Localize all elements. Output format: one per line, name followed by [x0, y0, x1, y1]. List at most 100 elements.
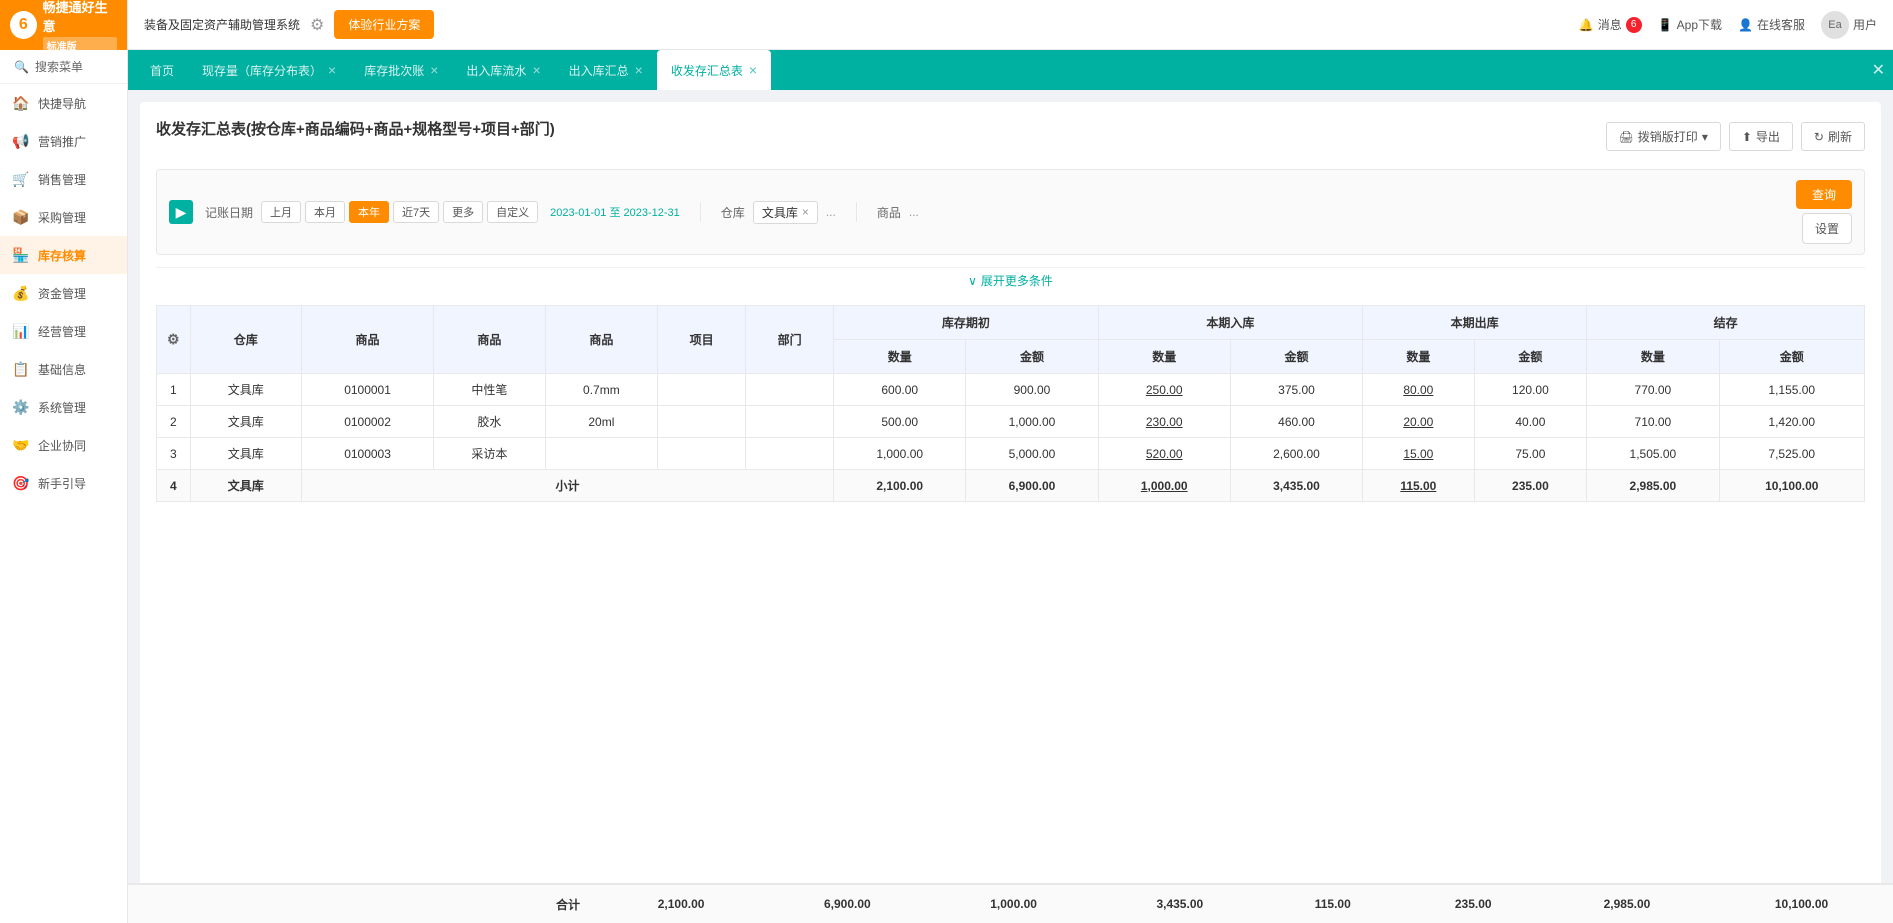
sidebar-search[interactable]: 🔍 搜索菜单 — [0, 50, 127, 84]
top-header: 装备及固定资产辅助管理系统 ⚙ 体验行业方案 🔔 消息 6 📱 App下载 👤 … — [128, 0, 1893, 50]
warehouse-tag[interactable]: 文具库 × — [753, 201, 818, 224]
row-in-qty[interactable]: 250.00 — [1098, 374, 1230, 406]
table-row: 1 文具库 0100001 中性笔 0.7mm 600.00 900.00 25… — [157, 374, 1865, 406]
tab-close-icon[interactable]: × — [635, 62, 643, 78]
tab-inventory-dist[interactable]: 现存量（库存分布表） × — [188, 50, 350, 90]
sidebar-item-quick-nav[interactable]: 🏠 快捷导航 — [0, 84, 127, 122]
warehouse-more[interactable]: ... — [826, 205, 836, 219]
sidebar-item-label: 营销推广 — [38, 133, 86, 150]
row-code: 0100001 — [301, 374, 433, 406]
row-in-qty[interactable]: 230.00 — [1098, 406, 1230, 438]
in-qty-link[interactable]: 250.00 — [1146, 383, 1183, 397]
subtotal-out-qty-link[interactable]: 115.00 — [1400, 479, 1436, 493]
sidebar-item-label: 企业协同 — [38, 437, 86, 454]
subtotal-in-qty[interactable]: 1,000.00 — [1098, 470, 1230, 502]
subtotal-in-qty-link[interactable]: 1,000.00 — [1141, 479, 1188, 493]
trial-button[interactable]: 体验行业方案 — [334, 10, 434, 39]
tab-inout-summary[interactable]: 出入库汇总 × — [555, 50, 657, 90]
sidebar-item-basic[interactable]: 📋 基础信息 — [0, 350, 127, 388]
expand-conditions-row[interactable]: ∨ 展开更多条件 — [156, 267, 1865, 293]
sidebar-item-finance[interactable]: 💰 资金管理 — [0, 274, 127, 312]
sidebar-item-label: 基础信息 — [38, 361, 86, 378]
sidebar-item-inventory[interactable]: 🏪 库存核算 — [0, 236, 127, 274]
user-action[interactable]: Ea 用户 — [1821, 11, 1877, 39]
row-bal-qty: 770.00 — [1587, 374, 1719, 406]
refresh-button[interactable]: ↻ 刷新 — [1801, 122, 1865, 151]
date-btn-custom[interactable]: 自定义 — [487, 201, 538, 223]
col-settings-icon[interactable]: ⚙ — [167, 331, 180, 347]
sidebar-item-label: 新手引导 — [38, 475, 86, 492]
row-bal-qty: 710.00 — [1587, 406, 1719, 438]
in-qty-link[interactable]: 520.00 — [1146, 447, 1183, 461]
row-in-amt: 2,600.00 — [1230, 438, 1362, 470]
export-button[interactable]: ⬆ 导出 — [1729, 122, 1793, 151]
sidebar-item-label: 销售管理 — [38, 171, 86, 188]
sidebar-item-sales[interactable]: 🛒 销售管理 — [0, 160, 127, 198]
date-btn-this-month[interactable]: 本月 — [305, 201, 345, 223]
sidebar-item-system[interactable]: ⚙️ 系统管理 — [0, 388, 127, 426]
sidebar-item-label: 资金管理 — [38, 285, 86, 302]
tab-bar-close-icon[interactable]: ✕ — [1872, 60, 1885, 80]
page-content: 收发存汇总表(按仓库+商品编码+商品+规格型号+项目+部门) 🖨 拨销版打印 ▾… — [128, 90, 1893, 923]
tab-close-icon[interactable]: × — [532, 62, 540, 78]
row-out-qty[interactable]: 15.00 — [1363, 438, 1474, 470]
tab-home[interactable]: 首页 — [136, 50, 188, 90]
tab-close-icon[interactable]: × — [430, 62, 438, 78]
row-init-qty: 1,000.00 — [834, 438, 966, 470]
out-qty-link[interactable]: 20.00 — [1403, 415, 1433, 429]
messages-action[interactable]: 🔔 消息 6 — [1579, 16, 1642, 33]
date-btn-last-month[interactable]: 上月 — [261, 201, 301, 223]
print-icon: 🖨 — [1619, 130, 1634, 144]
row-warehouse: 文具库 — [190, 374, 301, 406]
out-qty-link[interactable]: 15.00 — [1403, 447, 1433, 461]
sidebar-item-purchase[interactable]: 📦 采购管理 — [0, 198, 127, 236]
settings-icon[interactable]: ⚙ — [310, 15, 324, 35]
main-content: 装备及固定资产辅助管理系统 ⚙ 体验行业方案 🔔 消息 6 📱 App下载 👤 … — [128, 0, 1893, 923]
online-service-action[interactable]: 👤 在线客服 — [1738, 16, 1805, 33]
refresh-label: 刷新 — [1828, 128, 1852, 145]
footer-init-amt: 6,900.00 — [764, 888, 930, 921]
date-btn-this-year[interactable]: 本年 — [349, 201, 389, 223]
logo-sub: 标准版 — [43, 37, 117, 54]
app-download-action[interactable]: 📱 App下载 — [1658, 16, 1722, 33]
out-qty-link[interactable]: 80.00 — [1403, 383, 1433, 397]
row-bal-amt: 1,155.00 — [1719, 374, 1864, 406]
tab-close-icon[interactable]: × — [749, 62, 757, 78]
row-out-qty[interactable]: 80.00 — [1363, 374, 1474, 406]
col-bal-header: 结存 — [1587, 306, 1865, 340]
in-qty-link[interactable]: 230.00 — [1146, 415, 1183, 429]
sales-icon: 🛒 — [12, 170, 30, 188]
sidebar-item-marketing[interactable]: 📢 营销推广 — [0, 122, 127, 160]
col-code-header: 商品 — [301, 306, 433, 374]
sidebar-item-enterprise[interactable]: 🤝 企业协同 — [0, 426, 127, 464]
row-no: 1 — [157, 374, 191, 406]
basic-icon: 📋 — [12, 360, 30, 378]
col-bal-qty-header: 数量 — [1587, 340, 1719, 374]
footer-total: 合计 2,100.00 6,900.00 1,000.00 3,435.00 1… — [128, 883, 1893, 923]
row-dept — [746, 438, 834, 470]
row-in-amt: 375.00 — [1230, 374, 1362, 406]
print-button[interactable]: 🖨 拨销版打印 ▾ — [1606, 122, 1721, 151]
date-btn-more[interactable]: 更多 — [443, 201, 483, 223]
query-button[interactable]: 查询 — [1796, 180, 1852, 209]
row-no: 3 — [157, 438, 191, 470]
tab-batch[interactable]: 库存批次账 × — [350, 50, 452, 90]
date-btn-7days[interactable]: 近7天 — [393, 201, 439, 223]
tab-close-icon[interactable]: × — [328, 62, 336, 78]
subtotal-out-qty[interactable]: 115.00 — [1363, 470, 1474, 502]
sidebar-item-guide[interactable]: 🎯 新手引导 — [0, 464, 127, 502]
warehouse-tag-close-icon[interactable]: × — [802, 205, 809, 219]
row-in-qty[interactable]: 520.00 — [1098, 438, 1230, 470]
row-project — [658, 406, 746, 438]
row-out-qty[interactable]: 20.00 — [1363, 406, 1474, 438]
filter-expand-button[interactable]: ▶ — [169, 200, 193, 224]
tab-inout-flow[interactable]: 出入库流水 × — [452, 50, 554, 90]
row-init-qty: 600.00 — [834, 374, 966, 406]
table-settings-button[interactable]: 设置 — [1802, 213, 1852, 244]
footer-empty-6 — [478, 888, 538, 921]
sidebar-item-operations[interactable]: 📊 经营管理 — [0, 312, 127, 350]
goods-more[interactable]: ... — [909, 205, 919, 219]
subtotal-init-amt: 6,900.00 — [966, 470, 1098, 502]
logo-text: 畅捷通好生意 — [43, 0, 117, 35]
tab-receipt-summary[interactable]: 收发存汇总表 × — [657, 50, 771, 90]
